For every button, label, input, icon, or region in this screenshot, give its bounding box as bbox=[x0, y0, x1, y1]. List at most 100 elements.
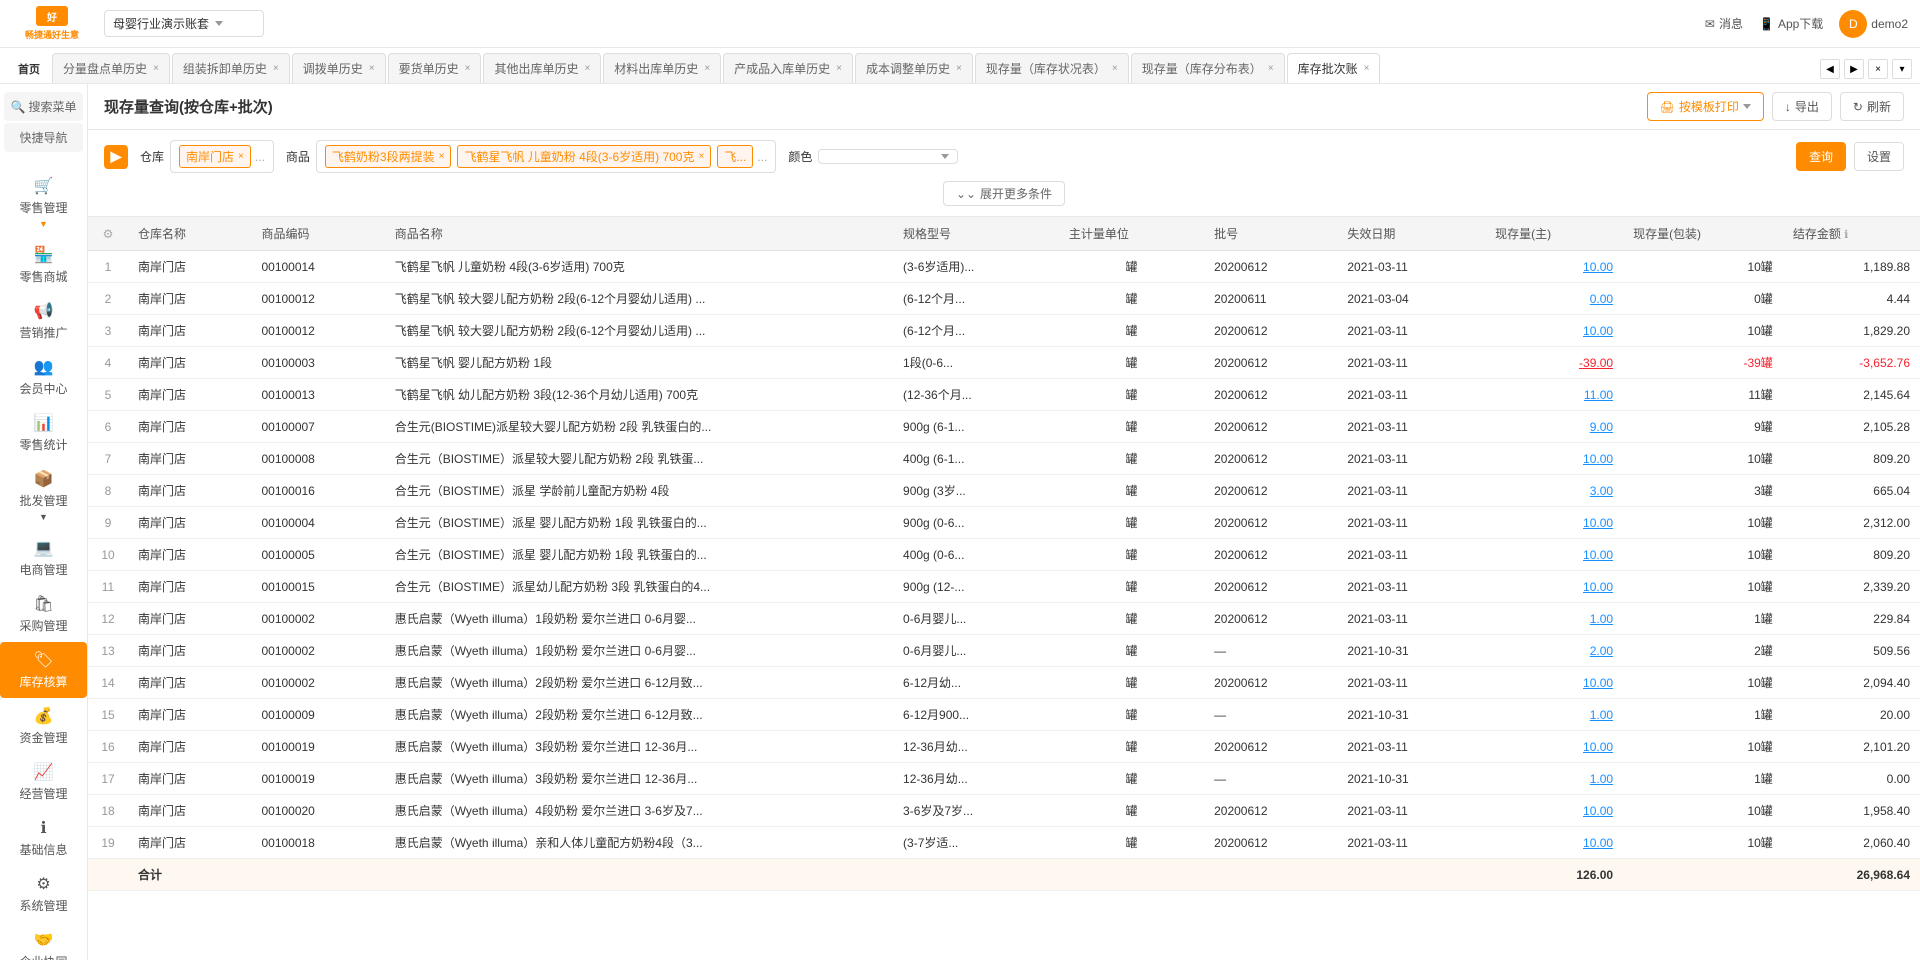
qty-main-link[interactable]: 3.00 bbox=[1590, 484, 1613, 498]
qty-main-link[interactable]: 10.00 bbox=[1583, 452, 1613, 466]
tab-1[interactable]: 分量盘点单历史 × bbox=[52, 53, 170, 83]
tab-4-label: 要货单历史 bbox=[399, 60, 459, 77]
tab-5-close[interactable]: × bbox=[584, 63, 590, 74]
tab-8-close[interactable]: × bbox=[956, 63, 962, 74]
tab-6[interactable]: 材料出库单历史 × bbox=[603, 53, 721, 83]
cell-qty-pkg: 10罐 bbox=[1623, 315, 1783, 347]
sidebar-item-retail-stats[interactable]: 📊 零售统计 bbox=[0, 405, 87, 461]
sidebar-item-purchase[interactable]: 🛍 采购管理 bbox=[0, 586, 87, 642]
col-settings[interactable]: ⚙ bbox=[88, 217, 128, 251]
qty-main-link[interactable]: 1.00 bbox=[1590, 708, 1613, 722]
color-input[interactable] bbox=[818, 149, 958, 164]
top-right-actions: ✉ 消息 📱 App下载 D demo2 bbox=[1705, 10, 1908, 38]
user-avatar-area[interactable]: D demo2 bbox=[1839, 10, 1908, 38]
qty-main-link[interactable]: 10.00 bbox=[1583, 740, 1613, 754]
warehouse-input[interactable]: 南岸门店 × ... bbox=[170, 140, 274, 173]
qty-main-link[interactable]: 10.00 bbox=[1583, 676, 1613, 690]
tab-2-close[interactable]: × bbox=[273, 63, 279, 74]
message-button[interactable]: ✉ 消息 bbox=[1705, 15, 1743, 32]
cell-warehouse: 南岸门店 bbox=[128, 283, 251, 315]
print-button[interactable]: 🖨 按模板打印 bbox=[1647, 92, 1764, 121]
qty-main-link[interactable]: -39.00 bbox=[1579, 356, 1613, 370]
tab-10[interactable]: 现存量（库存分布表） × bbox=[1131, 53, 1285, 83]
tabs-next-button[interactable]: ▶ bbox=[1844, 59, 1864, 79]
tab-5[interactable]: 其他出库单历史 × bbox=[483, 53, 601, 83]
tab-2[interactable]: 组装拆卸单历史 × bbox=[172, 53, 290, 83]
qty-main-link[interactable]: 11.00 bbox=[1584, 388, 1613, 402]
cell-qty-pkg: 0罐 bbox=[1623, 283, 1783, 315]
warehouse-more-icon[interactable]: ... bbox=[255, 150, 265, 164]
tab-4-close[interactable]: × bbox=[465, 63, 471, 74]
product-more-icon[interactable]: ... bbox=[757, 150, 767, 164]
qty-main-link[interactable]: 10.00 bbox=[1583, 260, 1613, 274]
tab-4[interactable]: 要货单历史 × bbox=[388, 53, 482, 83]
tab-home[interactable]: 首页 bbox=[8, 55, 50, 83]
product-input[interactable]: 飞鹤奶粉3段两提装 × 飞鹤星飞帆 儿童奶粉 4段(3-6岁适用) 700克 ×… bbox=[316, 140, 776, 173]
qty-main-link[interactable]: 2.00 bbox=[1590, 644, 1613, 658]
qty-main-link[interactable]: 10.00 bbox=[1583, 804, 1613, 818]
sidebar-item-retail-mgmt[interactable]: 🛒 零售管理 ▼ bbox=[0, 168, 87, 237]
tab-6-close[interactable]: × bbox=[704, 63, 710, 74]
qty-main-link[interactable]: 10.00 bbox=[1583, 580, 1613, 594]
tab-11[interactable]: 库存批次账 × bbox=[1287, 53, 1381, 83]
tab-10-close[interactable]: × bbox=[1268, 63, 1274, 74]
sidebar-item-basic-info[interactable]: ℹ 基础信息 bbox=[0, 810, 87, 866]
refresh-button[interactable]: ↻ 刷新 bbox=[1840, 92, 1904, 121]
search-menu-button[interactable]: 🔍 搜索菜单 bbox=[4, 92, 83, 121]
tab-7[interactable]: 产成品入库单历史 × bbox=[723, 53, 853, 83]
tab-9[interactable]: 现存量（库存状况表） × bbox=[975, 53, 1129, 83]
cell-amount: 20.00 bbox=[1783, 699, 1920, 731]
qty-main-link[interactable]: 1.00 bbox=[1590, 612, 1613, 626]
avatar-initials: D bbox=[1849, 17, 1858, 31]
sidebar-item-marketing[interactable]: 📢 营销推广 bbox=[0, 293, 87, 349]
qty-main-link[interactable]: 1.00 bbox=[1590, 772, 1613, 786]
sidebar-item-operations[interactable]: 📈 经营管理 bbox=[0, 754, 87, 810]
qty-main-link[interactable]: 10.00 bbox=[1583, 836, 1613, 850]
sidebar-item-ecommerce[interactable]: 💻 电商管理 bbox=[0, 530, 87, 586]
tab-11-close[interactable]: × bbox=[1364, 63, 1370, 74]
sidebar-item-finance[interactable]: 💰 资金管理 bbox=[0, 698, 87, 754]
account-selector[interactable]: 母婴行业演示账套 bbox=[104, 10, 264, 37]
qty-main-link[interactable]: 10.00 bbox=[1583, 324, 1613, 338]
qty-main-link[interactable]: 0.00 bbox=[1590, 292, 1613, 306]
tabs-menu-button[interactable]: ▾ bbox=[1892, 59, 1912, 79]
cell-warehouse: 南岸门店 bbox=[128, 667, 251, 699]
tab-3-close[interactable]: × bbox=[369, 63, 375, 74]
tabs-close-button[interactable]: × bbox=[1868, 59, 1888, 79]
top-bar: 好 畅捷通好生意 母婴行业演示账套 ✉ 消息 📱 App下载 D demo2 bbox=[0, 0, 1920, 48]
export-button[interactable]: ↓ 导出 bbox=[1772, 92, 1832, 121]
tabs-prev-button[interactable]: ◀ bbox=[1820, 59, 1840, 79]
sidebar-item-member[interactable]: 👥 会员中心 bbox=[0, 349, 87, 405]
product-tag-2-close[interactable]: × bbox=[698, 151, 704, 162]
cell-qty-main: 11.00 bbox=[1485, 379, 1623, 411]
product-tag-1-close[interactable]: × bbox=[439, 151, 445, 162]
sidebar-item-retail-shop[interactable]: 🏪 零售商城 bbox=[0, 237, 87, 293]
filter-expand-button[interactable]: ▶ bbox=[104, 145, 128, 169]
expand-conditions-button[interactable]: ⌄⌄ 展开更多条件 bbox=[943, 181, 1065, 206]
quick-nav-button[interactable]: 快捷导航 bbox=[4, 123, 83, 152]
warehouse-tag-close[interactable]: × bbox=[238, 151, 244, 162]
tab-7-close[interactable]: × bbox=[836, 63, 842, 74]
tab-1-close[interactable]: × bbox=[153, 63, 159, 74]
sidebar-item-label: 企业协同 bbox=[19, 953, 67, 960]
cell-name: 惠氏启蒙（Wyeth illuma）1段奶粉 爱尔兰进口 0-6月婴... bbox=[385, 603, 893, 635]
tab-3[interactable]: 调拨单历史 × bbox=[292, 53, 386, 83]
sidebar-item-inventory[interactable]: 🏷 库存核算 bbox=[0, 642, 87, 698]
settings-button[interactable]: 设置 bbox=[1854, 142, 1904, 171]
retail-shop-icon: 🏪 bbox=[34, 245, 54, 265]
settings-icon: ⚙ bbox=[103, 227, 114, 241]
qty-main-link[interactable]: 10.00 bbox=[1583, 548, 1613, 562]
cell-warehouse: 南岸门店 bbox=[128, 763, 251, 795]
sidebar-item-wholesale[interactable]: 📦 批发管理 ▼ bbox=[0, 461, 87, 530]
app-download-button[interactable]: 📱 App下载 bbox=[1759, 15, 1823, 32]
qty-main-link[interactable]: 9.00 bbox=[1590, 420, 1613, 434]
cell-batch: 20200612 bbox=[1204, 795, 1337, 827]
qty-main-link[interactable]: 10.00 bbox=[1583, 516, 1613, 530]
tab-9-close[interactable]: × bbox=[1112, 63, 1118, 74]
sidebar-item-system[interactable]: ⚙ 系统管理 bbox=[0, 866, 87, 922]
product-tag-3: 飞... bbox=[717, 145, 753, 168]
sidebar-item-collab[interactable]: 🤝 企业协同 bbox=[0, 922, 87, 960]
query-button[interactable]: 查询 bbox=[1796, 142, 1846, 171]
tab-8[interactable]: 成本调整单历史 × bbox=[855, 53, 973, 83]
cell-no: 15 bbox=[88, 699, 128, 731]
